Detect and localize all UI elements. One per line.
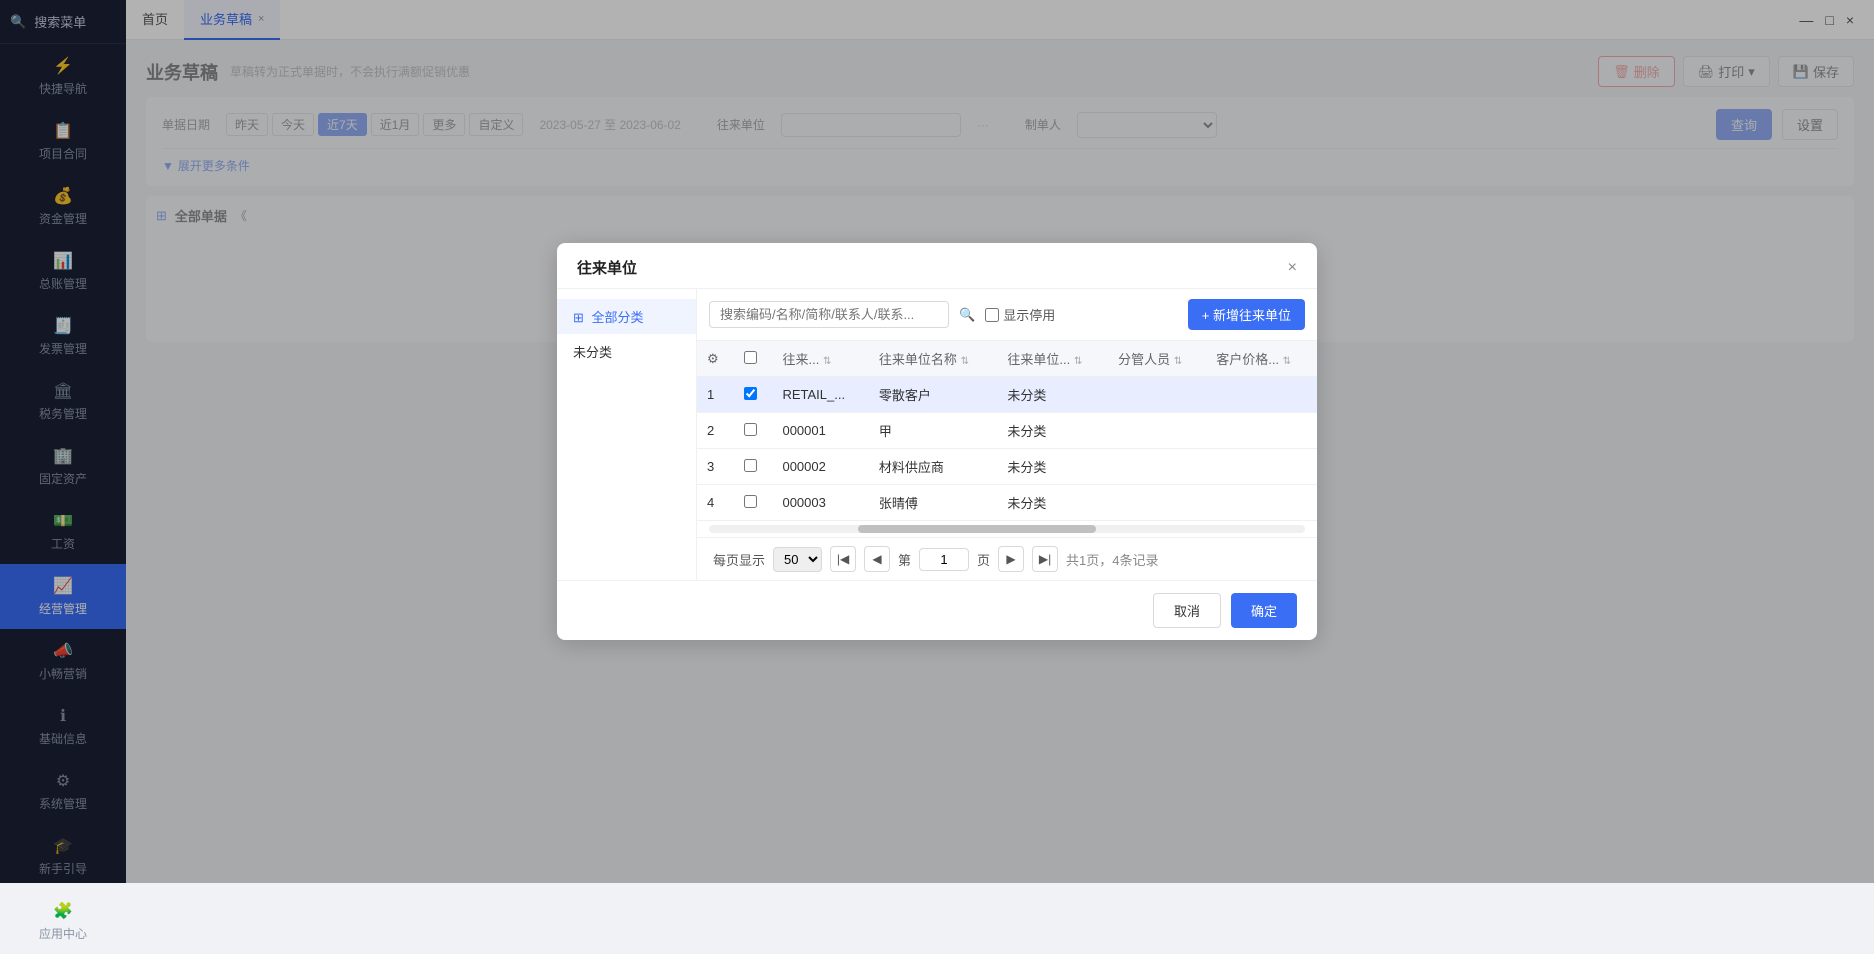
- settings-icon[interactable]: ⚙: [707, 351, 719, 366]
- row-no: 4: [697, 485, 734, 521]
- row-name: 甲: [869, 413, 997, 449]
- row-name: 张晴傅: [869, 485, 997, 521]
- row-checkbox[interactable]: [734, 485, 773, 521]
- col-settings-header: ⚙: [697, 341, 734, 377]
- row-price: [1206, 485, 1317, 521]
- row-checkbox[interactable]: [734, 413, 773, 449]
- dialog-overlay: 往来单位 × ⊞ 全部分类 未分类 🔍: [0, 0, 1874, 883]
- per-page-label: 每页显示: [713, 550, 765, 569]
- cancel-button[interactable]: 取消: [1153, 593, 1221, 628]
- dialog-table-wrap: ⚙ 往来... ⇅ 往来单位名称 ⇅ 往来单位... ⇅ 分管人员 ⇅ 客户价格…: [697, 341, 1317, 521]
- row-person: [1108, 485, 1206, 521]
- row-person: [1108, 449, 1206, 485]
- row-person: [1108, 377, 1206, 413]
- table-row[interactable]: 1 RETAIL_... 零散客户 未分类: [697, 377, 1317, 413]
- page-num-label: 第: [898, 550, 911, 569]
- partner-dialog: 往来单位 × ⊞ 全部分类 未分类 🔍: [557, 243, 1317, 640]
- row-code: 000003: [772, 485, 868, 521]
- prev-page-btn[interactable]: ◀: [864, 546, 890, 572]
- dialog-main: 🔍 显示停用 + 新增往来单位 ⚙ 往来... ⇅: [697, 289, 1317, 580]
- apps-icon: 🧩: [53, 901, 73, 921]
- row-person: [1108, 413, 1206, 449]
- row-price: [1206, 413, 1317, 449]
- row-code: 000002: [772, 449, 868, 485]
- table-row[interactable]: 2 000001 甲 未分类: [697, 413, 1317, 449]
- dialog-header: 往来单位 ×: [557, 243, 1317, 289]
- scrollbar-thumb: [858, 525, 1096, 533]
- dialog-category-all[interactable]: ⊞ 全部分类: [557, 299, 696, 334]
- new-partner-button[interactable]: + 新增往来单位: [1188, 299, 1305, 330]
- dialog-search-row: 🔍 显示停用 + 新增往来单位: [697, 289, 1317, 341]
- row-price: [1206, 449, 1317, 485]
- col-category-header: 往来单位... ⇅: [997, 341, 1108, 377]
- first-page-btn[interactable]: |◀: [830, 546, 856, 572]
- row-code: RETAIL_...: [772, 377, 868, 413]
- horizontal-scrollbar[interactable]: [709, 525, 1305, 533]
- col-code-header: 往来... ⇅: [772, 341, 868, 377]
- row-no: 2: [697, 413, 734, 449]
- table-row[interactable]: 4 000003 张晴傅 未分类: [697, 485, 1317, 521]
- page-number-input[interactable]: [919, 548, 969, 571]
- col-name-header: 往来单位名称 ⇅: [869, 341, 997, 377]
- row-category: 未分类: [997, 377, 1108, 413]
- per-page-select[interactable]: 50: [773, 547, 822, 572]
- last-page-btn[interactable]: ▶|: [1032, 546, 1058, 572]
- category-grid-icon: ⊞: [573, 310, 584, 325]
- sidebar-item-apps[interactable]: 🧩 应用中心: [0, 889, 126, 954]
- sort-icon: ⇅: [823, 356, 831, 367]
- dialog-title: 往来单位: [577, 257, 637, 278]
- show-disabled-label: 显示停用: [985, 305, 1055, 324]
- row-no: 3: [697, 449, 734, 485]
- search-icon: 🔍: [959, 307, 975, 323]
- row-name: 材料供应商: [869, 449, 997, 485]
- dialog-category-unclassified[interactable]: 未分类: [557, 334, 696, 369]
- row-price: [1206, 377, 1317, 413]
- dialog-action-footer: 取消 确定: [557, 580, 1317, 640]
- dialog-close-btn[interactable]: ×: [1288, 259, 1297, 277]
- partner-table: ⚙ 往来... ⇅ 往来单位名称 ⇅ 往来单位... ⇅ 分管人员 ⇅ 客户价格…: [697, 341, 1317, 521]
- dialog-body: ⊞ 全部分类 未分类 🔍 显示停用 + 新增往来单位: [557, 289, 1317, 580]
- next-page-btn[interactable]: ▶: [998, 546, 1024, 572]
- sort-icon3: ⇅: [1074, 356, 1082, 367]
- col-price-header: 客户价格... ⇅: [1206, 341, 1317, 377]
- row-no: 1: [697, 377, 734, 413]
- dialog-pagination: 每页显示 50 |◀ ◀ 第 页 ▶ ▶| 共1页，4条记录: [697, 537, 1317, 580]
- dialog-category-panel: ⊞ 全部分类 未分类: [557, 289, 697, 580]
- sort-icon5: ⇅: [1283, 356, 1291, 367]
- total-records: 共1页，4条记录: [1066, 550, 1158, 569]
- row-category: 未分类: [997, 449, 1108, 485]
- row-category: 未分类: [997, 485, 1108, 521]
- col-checkbox-header: [734, 341, 773, 377]
- sort-icon4: ⇅: [1174, 356, 1182, 367]
- row-checkbox[interactable]: [734, 377, 773, 413]
- row-checkbox[interactable]: [734, 449, 773, 485]
- col-person-header: 分管人员 ⇅: [1108, 341, 1206, 377]
- sort-icon2: ⇅: [961, 356, 969, 367]
- row-name: 零散客户: [869, 377, 997, 413]
- row-category: 未分类: [997, 413, 1108, 449]
- confirm-button[interactable]: 确定: [1231, 593, 1297, 628]
- row-code: 000001: [772, 413, 868, 449]
- sidebar-item-label: 应用中心: [39, 925, 87, 942]
- select-all-checkbox[interactable]: [744, 351, 757, 364]
- show-disabled-checkbox[interactable]: [985, 308, 999, 322]
- dialog-search-input[interactable]: [709, 301, 949, 328]
- page-unit-label: 页: [977, 550, 990, 569]
- table-row[interactable]: 3 000002 材料供应商 未分类: [697, 449, 1317, 485]
